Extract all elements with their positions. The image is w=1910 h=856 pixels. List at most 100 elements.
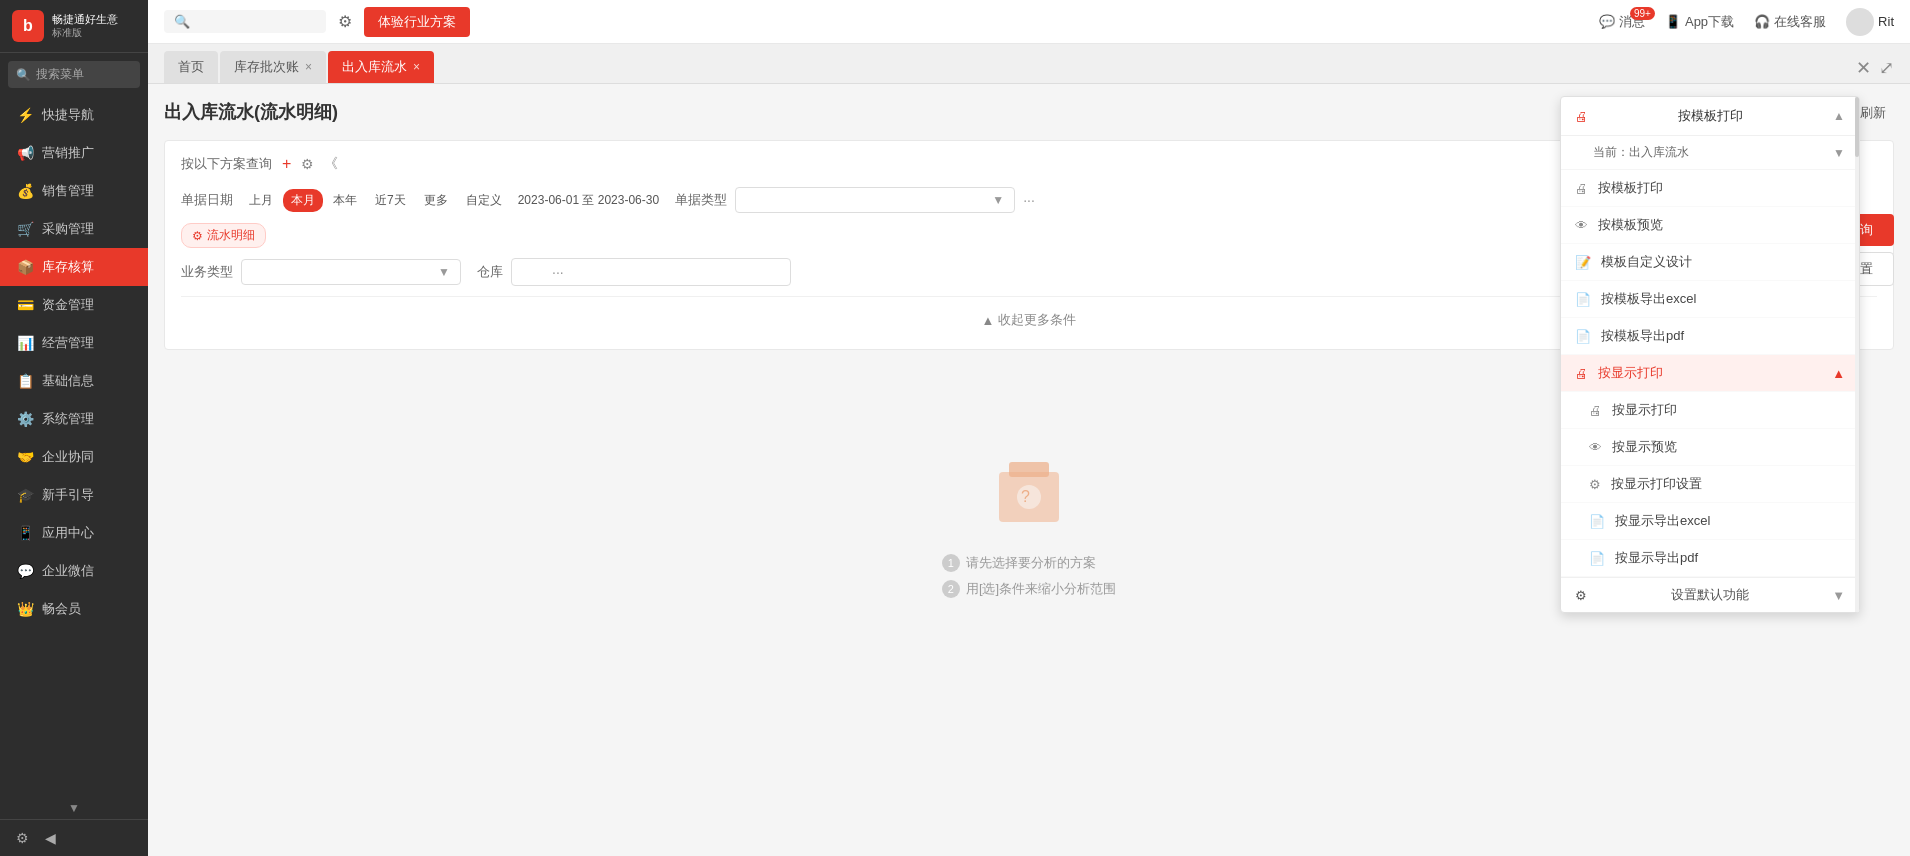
tab-home[interactable]: 首页 [164, 51, 218, 83]
messages-item[interactable]: 💬 消息 99+ [1599, 13, 1645, 31]
display-print-label: 按显示打印 [1612, 401, 1677, 419]
sidebar-item-label: 快捷导航 [42, 106, 94, 124]
filter-add-btn[interactable]: + [282, 155, 291, 173]
warehouse-select[interactable]: ··· [511, 258, 791, 286]
warehouse-dots[interactable]: ··· [552, 264, 564, 280]
filter-label: 按以下方案查询 [181, 155, 272, 173]
tab-batch-account-close[interactable]: × [305, 60, 312, 74]
member-icon: 👑 [16, 601, 34, 617]
sidebar-item-label: 经营管理 [42, 334, 94, 352]
filter-collapse-btn[interactable]: 《 [324, 155, 338, 173]
default-function-label: 设置默认功能 [1671, 586, 1749, 604]
filter-warehouse-item: 仓库 ··· [477, 258, 791, 286]
header-search[interactable]: 🔍 [164, 10, 326, 33]
sidebar-scroll-down[interactable]: ▼ [0, 797, 148, 819]
sidebar-item-label: 系统管理 [42, 410, 94, 428]
sidebar-item-quick-nav[interactable]: ⚡ 快捷导航 [0, 96, 148, 134]
app-download-icon: 📱 [1665, 14, 1681, 29]
sidebar-item-system[interactable]: ⚙️ 系统管理 [0, 400, 148, 438]
sidebar-item-finance[interactable]: 💳 资金管理 [0, 286, 148, 324]
refresh-label: 刷新 [1860, 104, 1886, 122]
search-menu[interactable]: 🔍 搜索菜单 [8, 61, 140, 88]
guide-icon: 🎓 [16, 487, 34, 503]
display-print-header-label: 按显示打印 [1598, 364, 1663, 382]
footer-collapse-icon[interactable]: ◀ [45, 830, 56, 846]
sidebar-item-purchase[interactable]: 🛒 采购管理 [0, 210, 148, 248]
tab-maximize-icon[interactable]: ⤢ [1879, 57, 1894, 79]
footer-settings-icon[interactable]: ⚙ [16, 830, 29, 846]
sidebar-item-basics[interactable]: 📋 基础信息 [0, 362, 148, 400]
tip-text-1: 请先选择要分析的方案 [966, 554, 1096, 572]
sidebar-item-cooperation[interactable]: 🤝 企业协同 [0, 438, 148, 476]
filter-gear-icon[interactable]: ⚙ [301, 156, 314, 172]
dropdown-default-function[interactable]: ⚙ 设置默认功能 ▼ [1561, 577, 1859, 612]
sidebar-item-inventory[interactable]: 📦 库存核算 [0, 248, 148, 286]
dropdown-item-template-custom[interactable]: 📝 模板自定义设计 [1561, 244, 1859, 281]
customer-service-item[interactable]: 🎧 在线客服 [1754, 13, 1826, 31]
header-search-input[interactable] [196, 15, 316, 29]
sidebar-item-marketing[interactable]: 📢 营销推广 [0, 134, 148, 172]
template-print-icon: 🖨 [1575, 181, 1588, 196]
empty-tips: 1 请先选择要分析的方案 2 用[选]条件来缩小分析范围 [942, 554, 1116, 598]
header-right: 💬 消息 99+ 📱 App下载 🎧 在线客服 Rit [1599, 8, 1894, 36]
user-area[interactable]: Rit [1846, 8, 1894, 36]
template-excel-label: 按模板导出excel [1601, 290, 1696, 308]
purchase-icon: 🛒 [16, 221, 34, 237]
tab-flow[interactable]: 出入库流水 × [328, 51, 434, 83]
dropdown-item-display-print[interactable]: 🖨 按显示打印 [1561, 392, 1859, 429]
industry-btn[interactable]: 体验行业方案 [364, 7, 470, 37]
dropdown-item-display-preview[interactable]: 👁 按显示预览 [1561, 429, 1859, 466]
quick-nav-icon: ⚡ [16, 107, 34, 123]
dropdown-item-display-pdf[interactable]: 📄 按显示导出pdf [1561, 540, 1859, 577]
sidebar-item-app-center[interactable]: 📱 应用中心 [0, 514, 148, 552]
date-tab-this-month[interactable]: 本月 [283, 189, 323, 212]
dropdown-item-template-print[interactable]: 🖨 按模板打印 [1561, 170, 1859, 207]
app-download-label: App下载 [1685, 13, 1734, 31]
dropdown-header-icon: 🖨 [1575, 109, 1588, 124]
sidebar-item-label: 营销推广 [42, 144, 94, 162]
search-icon: 🔍 [16, 68, 31, 82]
dropdown-item-template-pdf[interactable]: 📄 按模板导出pdf [1561, 318, 1859, 355]
doc-type-select[interactable]: ▼ [735, 187, 1015, 213]
dropdown-item-display-excel[interactable]: 📄 按显示导出excel [1561, 503, 1859, 540]
doc-type-label: 单据类型 [675, 191, 727, 209]
dropdown-collapse-btn[interactable]: ▲ [1833, 109, 1845, 123]
date-tab-7days[interactable]: 近7天 [367, 189, 414, 212]
dropdown-scrollbar-track [1855, 97, 1859, 612]
tab-batch-account[interactable]: 库存批次账 × [220, 51, 326, 83]
tab-flow-label: 出入库流水 [342, 58, 407, 76]
sidebar-item-guide[interactable]: 🎓 新手引导 [0, 476, 148, 514]
sidebar-item-member[interactable]: 👑 畅会员 [0, 590, 148, 628]
collapse-arrow-icon: ▲ [982, 313, 995, 328]
date-tab-this-year[interactable]: 本年 [325, 189, 365, 212]
date-tab-last-month[interactable]: 上月 [241, 189, 281, 212]
date-field-label: 单据日期 [181, 191, 233, 209]
business-type-arrow: ▼ [438, 265, 450, 279]
dropdown-item-template-excel[interactable]: 📄 按模板导出excel [1561, 281, 1859, 318]
tab-close-icon[interactable]: ✕ [1856, 57, 1871, 79]
app-download-item[interactable]: 📱 App下载 [1665, 13, 1734, 31]
date-tab-more[interactable]: 更多 [416, 189, 456, 212]
business-type-select[interactable]: ▼ [241, 259, 461, 285]
header-search-icon: 🔍 [174, 14, 190, 29]
dropdown-scrollbar-thumb[interactable] [1855, 97, 1859, 157]
date-tab-custom[interactable]: 自定义 [458, 189, 510, 212]
tab-flow-close[interactable]: × [413, 60, 420, 74]
active-filter-tag[interactable]: ⚙ 流水明细 [181, 223, 266, 248]
doc-type-more[interactable]: ··· [1023, 192, 1035, 208]
sidebar-item-label: 企业协同 [42, 448, 94, 466]
header-gear-icon[interactable]: ⚙ [338, 12, 352, 31]
display-settings-label: 按显示打印设置 [1611, 475, 1702, 493]
template-excel-icon: 📄 [1575, 292, 1591, 307]
dropdown-item-display-print-header[interactable]: 🖨 按显示打印 ▲ [1561, 355, 1859, 392]
sidebar-item-label: 应用中心 [42, 524, 94, 542]
sidebar-item-operations[interactable]: 📊 经营管理 [0, 324, 148, 362]
messages-badge: 99+ [1630, 7, 1655, 20]
tab-bar: 首页 库存批次账 × 出入库流水 × ✕ ⤢ [148, 44, 1910, 84]
sidebar-item-sales[interactable]: 💰 销售管理 [0, 172, 148, 210]
customer-service-icon: 🎧 [1754, 14, 1770, 29]
dropdown-item-template-preview[interactable]: 👁 按模板预览 [1561, 207, 1859, 244]
dropdown-item-display-settings[interactable]: ⚙ 按显示打印设置 [1561, 466, 1859, 503]
template-preview-label: 按模板预览 [1598, 216, 1663, 234]
sidebar-item-enterprise-wx[interactable]: 💬 企业微信 [0, 552, 148, 590]
